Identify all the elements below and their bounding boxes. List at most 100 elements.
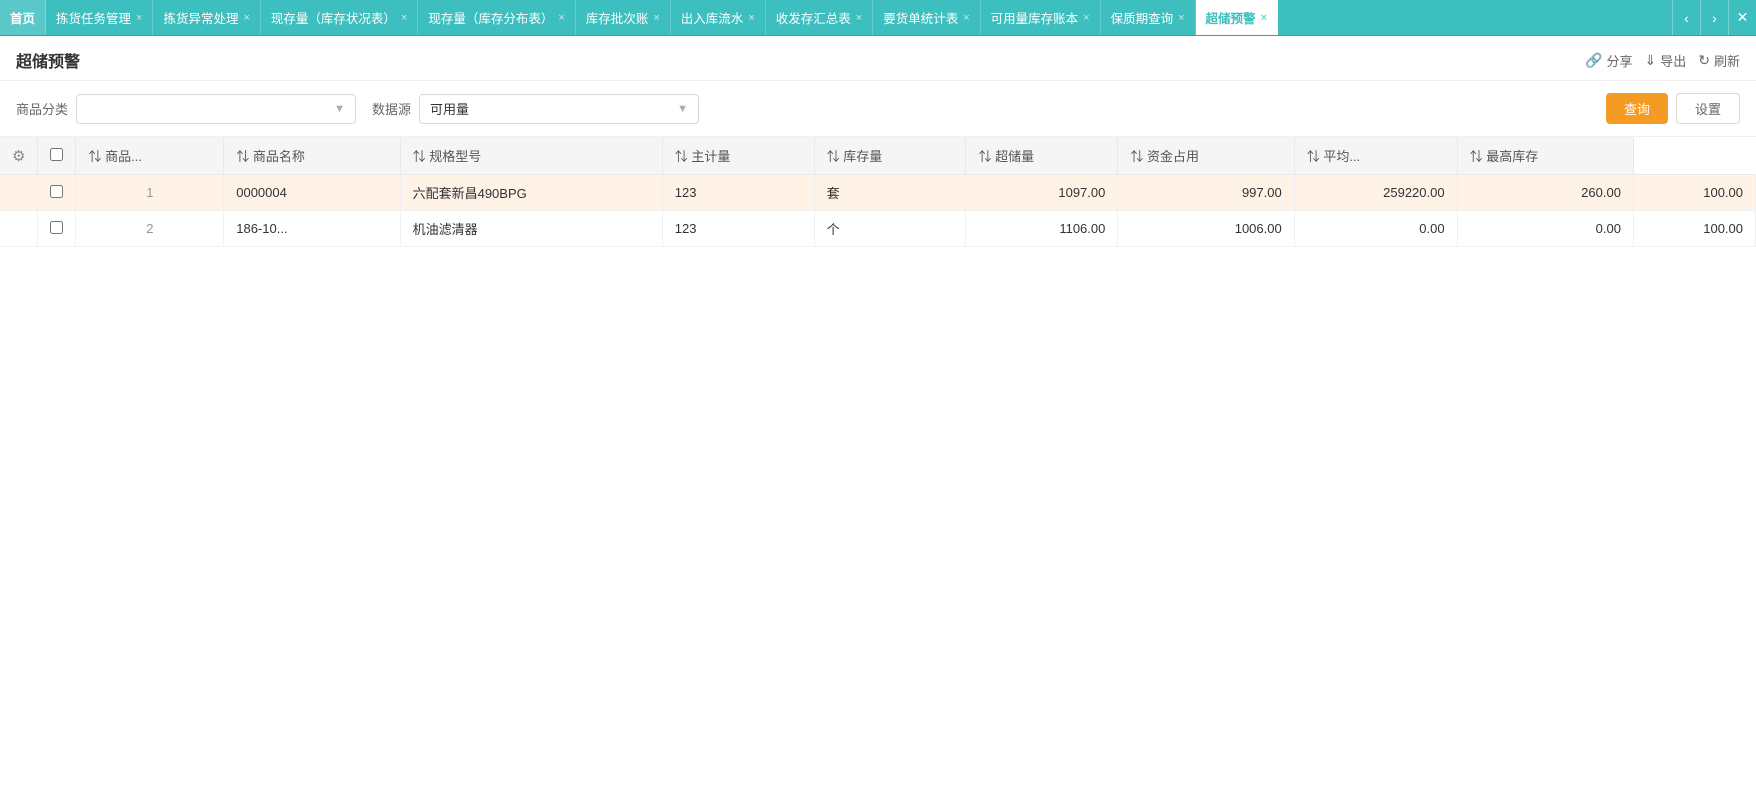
row-overstock-0: 997.00 [1118, 175, 1294, 211]
col-header-overstock[interactable]: ⇅ 超储量 [966, 137, 1118, 175]
data-table: ⚙ ⇅ 商品... ⇅ 商品名称 ⇅ 规格型号 ⇅ 主计量 [0, 137, 1756, 247]
page-title: 超储预警 [16, 48, 80, 72]
datasource-arrow-icon: ▼ [677, 103, 688, 115]
nav-arrow-group: ‹ › ✕ [1672, 0, 1756, 35]
row-unit-1: 个 [814, 211, 966, 247]
nav-tab-label: 现存量（库存状况表） [271, 8, 396, 27]
nav-tab-close-4[interactable]: × [653, 12, 659, 24]
category-filter-group: 商品分类 ▼ [16, 94, 356, 124]
nav-tab-close-5[interactable]: × [748, 12, 754, 24]
row-checkbox-0[interactable] [38, 175, 76, 211]
row-avg-0: 260.00 [1457, 175, 1633, 211]
row-select-1[interactable] [50, 221, 63, 234]
col-avg-label: ⇅ 平均... [1307, 149, 1360, 164]
row-product-code-1: 186-10... [224, 211, 400, 247]
nav-tab-close-9[interactable]: × [1178, 12, 1184, 24]
nav-home-label: 首页 [10, 8, 35, 27]
nav-tab-label: 收发存汇总表 [776, 8, 851, 27]
nav-tab-close-1[interactable]: × [243, 12, 249, 24]
nav-tab-close-7[interactable]: × [963, 12, 969, 24]
nav-tab-label: 要货单统计表 [883, 8, 958, 27]
settings-button[interactable]: 设置 [1676, 93, 1740, 124]
col-header-product-name[interactable]: ⇅ 商品名称 [224, 137, 400, 175]
col-header-max-stock[interactable]: ⇅ 最高库存 [1457, 137, 1633, 175]
refresh-button[interactable]: ↻ 刷新 [1698, 51, 1740, 70]
datasource-select[interactable]: 可用量 ▼ [419, 94, 699, 124]
row-stock-1: 1106.00 [966, 211, 1118, 247]
col-stock-label: ⇅ 库存量 [827, 149, 883, 164]
nav-tab-close-10[interactable]: × [1261, 12, 1267, 24]
table-header-row: ⚙ ⇅ 商品... ⇅ 商品名称 ⇅ 规格型号 ⇅ 主计量 [0, 137, 1756, 175]
nav-tab-6[interactable]: 收发存汇总表 × [766, 0, 873, 35]
nav-arrow-left[interactable]: ‹ [1672, 0, 1700, 35]
row-checkbox-1[interactable] [38, 211, 76, 247]
export-button[interactable]: ⇓ 导出 [1645, 51, 1687, 70]
nav-tab-label: 现存量（库存分布表） [428, 8, 553, 27]
nav-arrow-close[interactable]: ✕ [1728, 0, 1756, 35]
col-header-product-code[interactable]: ⇅ 商品... [76, 137, 224, 175]
nav-tab-1[interactable]: 拣货异常处理 × [153, 0, 260, 35]
col-product-code-label: ⇅ 商品... [88, 149, 141, 164]
row-spec-1: 123 [662, 211, 814, 247]
col-header-capital[interactable]: ⇅ 资金占用 [1118, 137, 1294, 175]
nav-arrow-right[interactable]: › [1700, 0, 1728, 35]
nav-tab-3[interactable]: 现存量（库存分布表） × [418, 0, 575, 35]
row-spec-0: 123 [662, 175, 814, 211]
nav-tab-close-8[interactable]: × [1083, 12, 1089, 24]
col-unit-label: ⇅ 主计量 [675, 149, 731, 164]
filter-buttons: 查询 设置 [1606, 93, 1740, 124]
nav-tab-close-0[interactable]: × [136, 12, 142, 24]
row-max-stock-1: 100.00 [1633, 211, 1755, 247]
nav-home[interactable]: 首页 [0, 0, 46, 35]
nav-tab-2[interactable]: 现存量（库存状况表） × [261, 0, 418, 35]
nav-tab-label: 超储预警 [1206, 8, 1256, 27]
share-label: 分享 [1606, 51, 1632, 70]
nav-tab-8[interactable]: 可用量库存账本 × [981, 0, 1101, 35]
nav-tab-close-6[interactable]: × [856, 12, 862, 24]
category-label: 商品分类 [16, 99, 68, 118]
col-header-avg[interactable]: ⇅ 平均... [1294, 137, 1457, 175]
table-row: 2 186-10... 机油滤清器 123 个 1106.00 1006.00 … [0, 211, 1756, 247]
nav-tab-9[interactable]: 保质期查询× [1101, 0, 1196, 35]
row-settings-1 [0, 211, 38, 247]
nav-tab-label: 拣货任务管理 [56, 8, 131, 27]
select-all-checkbox[interactable] [50, 148, 63, 161]
nav-tab-label: 出入库流水 [681, 8, 744, 27]
nav-tab-4[interactable]: 库存批次账 × [576, 0, 671, 35]
col-product-name-label: ⇅ 商品名称 [236, 149, 305, 164]
col-header-settings[interactable]: ⚙ [0, 137, 38, 175]
nav-tab-label: 拣货异常处理 [163, 8, 238, 27]
query-button[interactable]: 查询 [1606, 93, 1668, 124]
col-max-stock-label: ⇅ 最高库存 [1470, 149, 1539, 164]
table-row: 1 0000004 六配套新昌490BPG 123 套 1097.00 997.… [0, 175, 1756, 211]
nav-tab-0[interactable]: 拣货任务管理 × [46, 0, 153, 35]
nav-tab-10[interactable]: 超储预警 × [1196, 0, 1278, 35]
col-header-unit[interactable]: ⇅ 主计量 [662, 137, 814, 175]
row-capital-1: 0.00 [1294, 211, 1457, 247]
row-settings-0 [0, 175, 38, 211]
row-avg-1: 0.00 [1457, 211, 1633, 247]
col-header-checkbox[interactable] [38, 137, 76, 175]
nav-tab-close-2[interactable]: × [401, 12, 407, 24]
header-actions: 🔗 分享 ⇓ 导出 ↻ 刷新 [1585, 51, 1740, 70]
nav-tab-label: 可用量库存账本 [991, 8, 1079, 27]
nav-tab-close-3[interactable]: × [558, 12, 564, 24]
row-max-stock-0: 100.00 [1633, 175, 1755, 211]
share-button[interactable]: 🔗 分享 [1585, 51, 1632, 70]
row-product-name-1: 机油滤清器 [400, 211, 662, 247]
row-num-0: 1 [76, 175, 224, 211]
col-header-stock[interactable]: ⇅ 库存量 [814, 137, 966, 175]
refresh-label: 刷新 [1714, 51, 1740, 70]
nav-tab-5[interactable]: 出入库流水 × [671, 0, 766, 35]
category-select[interactable]: ▼ [76, 94, 356, 124]
row-num-1: 2 [76, 211, 224, 247]
nav-tab-label: 库存批次账 [586, 8, 649, 27]
top-navigation: 首页 拣货任务管理×拣货异常处理×现存量（库存状况表）×现存量（库存分布表）×库… [0, 0, 1756, 36]
nav-tab-7[interactable]: 要货单统计表 × [873, 0, 980, 35]
filter-bar: 商品分类 ▼ 数据源 可用量 ▼ 查询 设置 [0, 81, 1756, 137]
settings-icon[interactable]: ⚙ [12, 148, 25, 165]
row-select-0[interactable] [50, 185, 63, 198]
col-spec-label: ⇅ 规格型号 [413, 149, 482, 164]
category-arrow-icon: ▼ [334, 103, 345, 115]
col-header-spec[interactable]: ⇅ 规格型号 [400, 137, 662, 175]
